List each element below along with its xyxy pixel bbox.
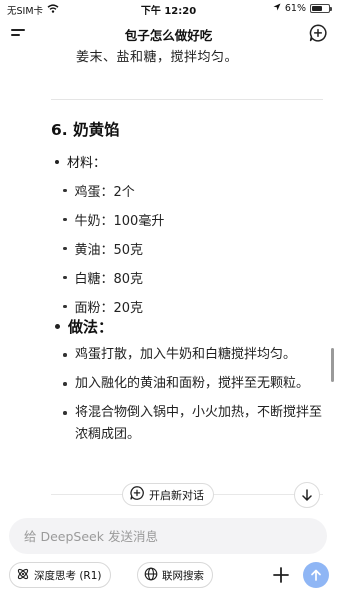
- step-text: 将混合物倒入锅中，小火加热，不断搅拌至浓稠成团。: [75, 405, 323, 442]
- new-conversation-button[interactable]: 开启新对话: [122, 483, 214, 506]
- app-screen: 无SIM卡 下午 12:20 61% 包子怎么做好吃 姜末、盐和糖，搅拌均匀。 …: [0, 0, 337, 600]
- ingredient-list: 鸡蛋：2个 牛奶：100毫升 黄油：50克 白糖：80克 面粉：20克: [63, 176, 164, 321]
- bullet-dot: [55, 159, 59, 164]
- list-item: 鸡蛋打散，加入牛奶和白糖搅拌均匀。: [63, 344, 331, 366]
- location-icon: [273, 3, 281, 14]
- globe-icon: [144, 567, 158, 584]
- web-search-label: 联网搜索: [162, 569, 204, 582]
- ingredient-text: 牛奶：100毫升: [74, 214, 165, 229]
- new-chat-icon: [129, 485, 145, 504]
- chat-content: 姜末、盐和糖，搅拌均匀。 6. 奶黄馅 材料： 鸡蛋：2个 牛奶：100毫升 黄…: [0, 46, 337, 502]
- status-right: 61%: [273, 3, 332, 14]
- plus-icon[interactable]: [272, 566, 290, 584]
- materials-label: 材料：: [67, 156, 107, 171]
- list-item: 加入融化的黄油和面粉，搅拌至无颗粒。: [63, 373, 331, 395]
- atom-icon: [16, 567, 30, 584]
- list-item: 白糖：80克: [63, 263, 164, 292]
- battery-icon: [310, 4, 332, 13]
- section-divider: [51, 99, 323, 100]
- scroll-to-bottom-button[interactable]: [294, 482, 320, 508]
- previous-text-line: 姜末、盐和糖，搅拌均匀。: [76, 50, 239, 65]
- send-button[interactable]: [303, 562, 329, 588]
- scrollbar-thumb[interactable]: [331, 348, 334, 382]
- page-title: 包子怎么做好吃: [124, 28, 213, 43]
- bullet-dot: [55, 324, 60, 329]
- bottom-toolbar: 深度思考 (R1) 联网搜索: [0, 562, 337, 590]
- list-item: 黄油：50克: [63, 234, 164, 263]
- method-label: 做法：: [68, 318, 114, 336]
- deep-think-toggle[interactable]: 深度思考 (R1): [9, 562, 111, 588]
- list-item: 将混合物倒入锅中，小火加热，不断搅拌至浓稠成团。: [63, 402, 331, 446]
- ingredient-text: 鸡蛋：2个: [74, 185, 135, 200]
- new-chat-icon[interactable]: [308, 23, 328, 43]
- list-item: 牛奶：100毫升: [63, 205, 164, 234]
- ingredient-text: 黄油：50克: [74, 243, 144, 258]
- arrow-up-icon: [310, 566, 322, 585]
- nav-bar: 包子怎么做好吃: [0, 18, 337, 48]
- ingredient-text: 白糖：80克: [74, 272, 144, 287]
- materials-heading: 材料：: [51, 152, 106, 171]
- step-text: 鸡蛋打散，加入牛奶和白糖搅拌均匀。: [75, 347, 297, 362]
- message-input-container[interactable]: [9, 518, 327, 554]
- step-text: 加入融化的黄油和面粉，搅拌至无颗粒。: [75, 376, 310, 391]
- status-bar: 无SIM卡 下午 12:20 61%: [0, 0, 337, 18]
- method-heading: 做法：: [51, 316, 113, 337]
- ingredient-text: 面粉：20克: [74, 301, 144, 316]
- list-item: 鸡蛋：2个: [63, 176, 164, 205]
- battery-percent: 61%: [284, 3, 306, 14]
- web-search-toggle[interactable]: 联网搜索: [137, 562, 213, 588]
- method-steps: 鸡蛋打散，加入牛奶和白糖搅拌均匀。 加入融化的黄油和面粉，搅拌至无颗粒。 将混合…: [63, 344, 331, 453]
- message-input[interactable]: [24, 528, 314, 544]
- arrow-down-icon: [301, 486, 313, 505]
- new-conversation-label: 开启新对话: [149, 488, 204, 502]
- section-title: 6. 奶黄馅: [51, 121, 120, 139]
- deep-think-label: 深度思考 (R1): [34, 569, 102, 582]
